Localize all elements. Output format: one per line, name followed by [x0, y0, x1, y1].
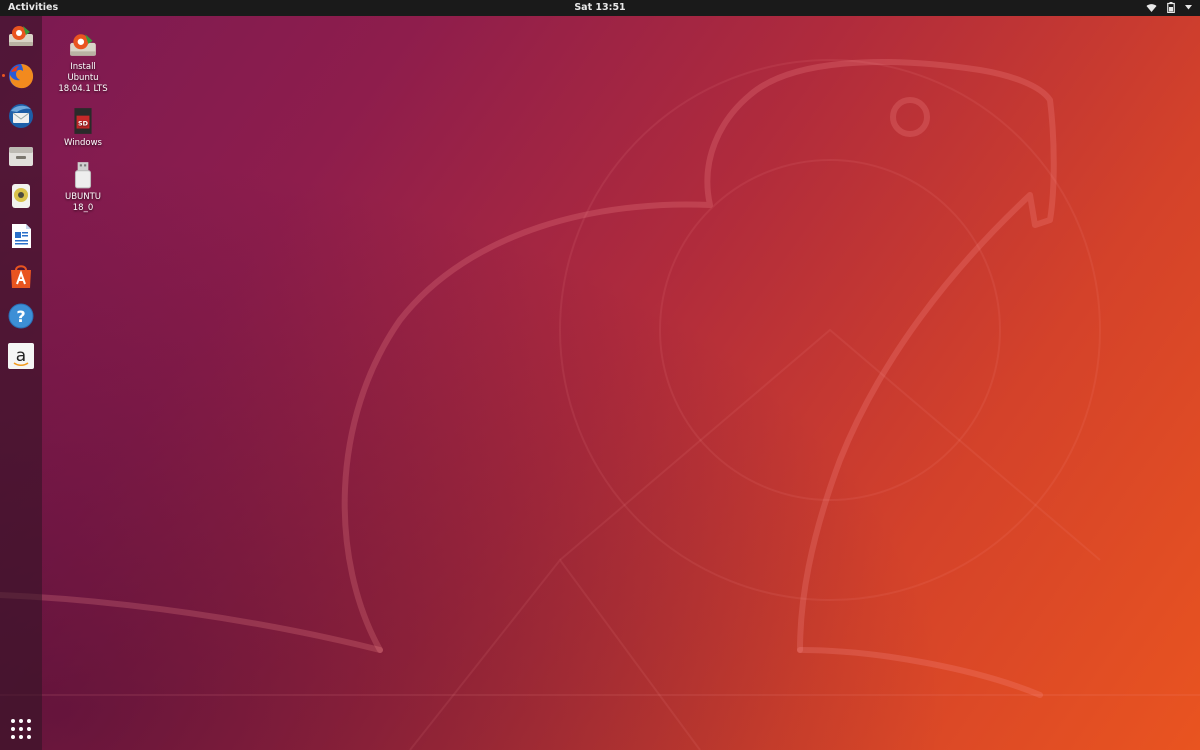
wallpaper-beaver-art [0, 59, 1200, 750]
libreoffice-writer-icon [12, 224, 31, 248]
svg-text:a: a [16, 346, 26, 366]
dock-item-rhythmbox[interactable] [7, 182, 35, 210]
desktop-icon-label: Windows [64, 138, 102, 148]
help-icon: ? [8, 303, 34, 329]
app-grid-icon [11, 719, 31, 739]
usb-drive-icon [68, 160, 98, 190]
dock-item-help[interactable]: ? [7, 302, 35, 330]
top-bar: Activities Sat 13:51 [0, 0, 1200, 16]
desktop-icon-label: 18_0 [72, 203, 94, 213]
svg-text:SD: SD [78, 119, 88, 127]
desktop-icon-label: 18.04.1 LTS [58, 84, 108, 94]
dock-item-ubuntu-software[interactable] [7, 262, 35, 290]
desktop-icon-label: Install [70, 62, 96, 72]
thunderbird-icon [9, 104, 33, 128]
show-applications-button[interactable] [10, 718, 32, 740]
chevron-down-icon [1185, 5, 1192, 10]
active-indicator [2, 74, 5, 77]
files-icon [9, 147, 33, 166]
sd-card-icon: SD [68, 106, 98, 136]
install-ubuntu-icon [9, 26, 33, 46]
battery-icon [1167, 2, 1175, 13]
dock-item-files[interactable] [7, 142, 35, 170]
desktop-icon-install-ubuntu[interactable]: Install Ubuntu 18.04.1 LTS [51, 30, 115, 95]
system-tray[interactable] [1146, 2, 1192, 13]
dock-item-thunderbird[interactable] [7, 102, 35, 130]
dock-item-firefox[interactable] [7, 62, 35, 90]
desktop-icon-label: UBUNTU [64, 192, 102, 202]
dock-item-libreoffice-writer[interactable] [7, 222, 35, 250]
ubuntu-software-icon [11, 265, 31, 288]
dock-item-amazon[interactable]: a [7, 342, 35, 370]
clock[interactable]: Sat 13:51 [0, 2, 1200, 13]
desktop-icon-ubuntu-usb[interactable]: UBUNTU 18_0 [51, 160, 115, 214]
svg-text:?: ? [16, 307, 25, 326]
desktop-icon-label: Ubuntu [67, 73, 99, 83]
rhythmbox-icon [12, 184, 30, 208]
install-ubuntu-icon [68, 30, 98, 60]
amazon-icon: a [8, 343, 34, 369]
dock-item-install-ubuntu[interactable] [7, 22, 35, 50]
dock: ? a [0, 16, 42, 750]
firefox-icon [9, 64, 34, 89]
wifi-icon [1146, 3, 1157, 12]
desktop-icon-windows[interactable]: SD Windows [51, 106, 115, 149]
